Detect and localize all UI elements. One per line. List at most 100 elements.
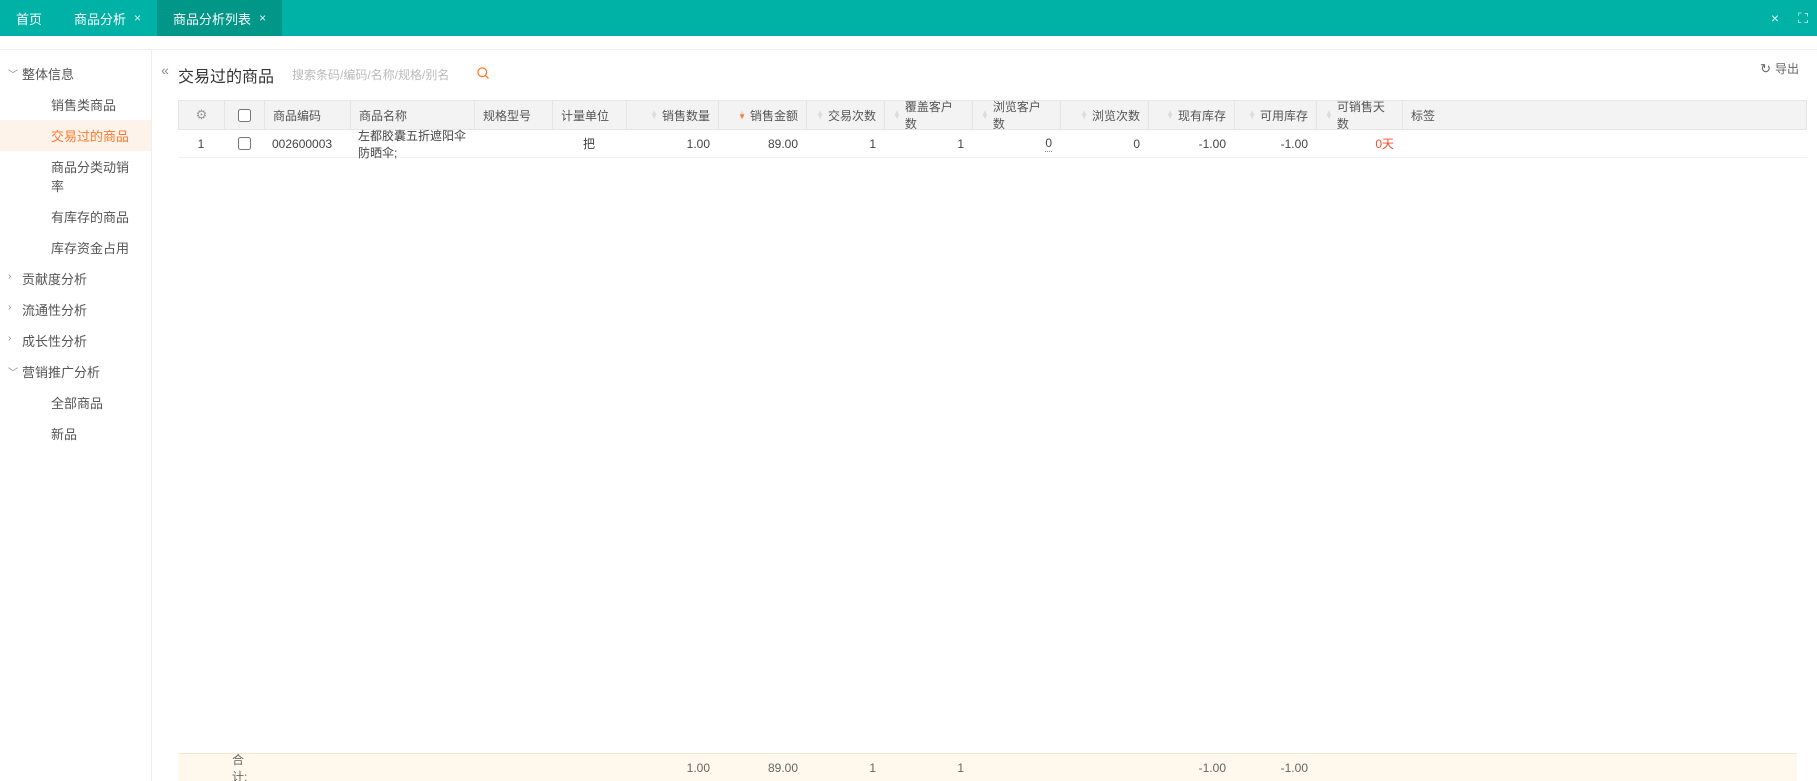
- search-box: [290, 64, 491, 87]
- column-header-customers[interactable]: ▲▼ 覆盖客户数: [885, 101, 973, 129]
- sidebar-item-traded-products[interactable]: 交易过的商品: [0, 120, 151, 151]
- header-label: 可用库存: [1260, 107, 1308, 124]
- column-header-deals[interactable]: ▲▼ 交易次数: [807, 101, 885, 129]
- sort-icon: ▲▼: [893, 111, 901, 119]
- chevron-down-icon: ﹀: [8, 66, 18, 81]
- totals-spacer: [350, 754, 474, 781]
- column-settings[interactable]: ⚙: [179, 101, 225, 129]
- totals-viewers: [972, 754, 1060, 781]
- sort-icon: ▲▼: [816, 111, 824, 119]
- select-all-checkbox[interactable]: [238, 109, 251, 122]
- sidebar-item-instock-products[interactable]: 有库存的商品: [0, 201, 151, 232]
- sidebar-item-label: 全部商品: [51, 396, 103, 411]
- sort-icon: ▲▼: [738, 111, 746, 119]
- column-select-all[interactable]: [225, 101, 265, 129]
- header-label: 商品名称: [359, 107, 407, 124]
- header-label: 可销售天数: [1337, 98, 1394, 132]
- sidebar-group-marketing[interactable]: ﹀ 营销推广分析: [0, 356, 151, 387]
- cell-checkbox[interactable]: [224, 130, 264, 157]
- column-header-viewers[interactable]: ▲▼浏览客户数: [973, 101, 1061, 129]
- chevron-right-icon: ›: [8, 333, 11, 344]
- totals-qty: 1.00: [626, 754, 718, 781]
- header-label: 浏览次数: [1092, 107, 1140, 124]
- chevron-down-icon: ﹀: [8, 364, 18, 379]
- totals-tag: [1402, 754, 1797, 781]
- search-input[interactable]: [290, 64, 470, 87]
- totals-sell-days: [1316, 754, 1402, 781]
- cell-index: 1: [178, 130, 224, 157]
- sidebar-group-overview[interactable]: ﹀ 整体信息: [0, 58, 151, 89]
- cell-views: 0: [1060, 130, 1148, 157]
- column-header-spec[interactable]: 规格型号: [475, 101, 553, 129]
- sidebar-group-label: 成长性分析: [22, 331, 87, 350]
- close-icon[interactable]: ×: [134, 11, 141, 25]
- header-label: 计量单位: [561, 107, 609, 124]
- header-label: 交易次数: [828, 107, 876, 124]
- table-header: ⚙ 商品编码 商品名称 规格型号 计量单位 ▲▼销售数量 ▲▼销售金额 ▲▼交易…: [178, 100, 1807, 130]
- column-header-stock[interactable]: ▲▼现有库存: [1149, 101, 1235, 129]
- totals-stock: -1.00: [1148, 754, 1234, 781]
- sort-icon: ▲▼: [981, 111, 989, 119]
- sort-icon: ▲▼: [1325, 111, 1333, 119]
- tab-label: 商品分析: [74, 9, 126, 28]
- main-panel: 交易过的商品 ↻ 导出 ⚙ 商品编码 商品名称: [178, 50, 1817, 781]
- header-label: 标签: [1411, 107, 1435, 124]
- sort-icon: ▲▼: [1166, 111, 1174, 119]
- sidebar-item-all-products[interactable]: 全部商品: [0, 387, 151, 418]
- sidebar-group-contribution[interactable]: › 贡献度分析: [0, 263, 151, 294]
- tab-home[interactable]: 首页: [0, 0, 58, 36]
- tab-product-analysis-list[interactable]: 商品分析列表 ×: [157, 0, 282, 36]
- close-all-tabs-icon[interactable]: ×: [1761, 10, 1789, 26]
- header-label: 覆盖客户数: [905, 98, 964, 132]
- sidebar-group-circulation[interactable]: › 流通性分析: [0, 294, 151, 325]
- sidebar-item-category-sales-rate[interactable]: 商品分类动销率: [0, 151, 151, 201]
- close-icon[interactable]: ×: [259, 11, 266, 25]
- fullscreen-icon[interactable]: ⛶: [1789, 10, 1817, 27]
- column-header-amount[interactable]: ▲▼销售金额: [719, 101, 807, 129]
- sidebar-item-new-products[interactable]: 新品: [0, 418, 151, 449]
- gear-icon: ⚙: [196, 107, 208, 123]
- sidebar: ﹀ 整体信息 销售类商品 交易过的商品 商品分类动销率 有库存的商品 库存资金占…: [0, 50, 152, 781]
- sidebar-item-sales-products[interactable]: 销售类商品: [0, 89, 151, 120]
- column-header-name[interactable]: 商品名称: [351, 101, 475, 129]
- cell-tag: [1402, 130, 1807, 157]
- column-header-views[interactable]: ▲▼浏览次数: [1061, 101, 1149, 129]
- column-header-avail[interactable]: ▲▼可用库存: [1235, 101, 1317, 129]
- header-label: 规格型号: [483, 107, 531, 124]
- totals-spacer: [552, 754, 626, 781]
- data-table: ⚙ 商品编码 商品名称 规格型号 计量单位 ▲▼销售数量 ▲▼销售金额 ▲▼交易…: [178, 100, 1807, 781]
- column-header-tag[interactable]: 标签: [1403, 101, 1806, 129]
- column-header-unit[interactable]: 计量单位: [553, 101, 627, 129]
- sidebar-item-label: 商品分类动销率: [51, 160, 129, 194]
- totals-deals: 1: [806, 754, 884, 781]
- sidebar-collapse-button[interactable]: «: [152, 50, 178, 781]
- row-checkbox[interactable]: [238, 137, 251, 150]
- cell-qty: 1.00: [626, 130, 718, 157]
- export-button[interactable]: ↻ 导出: [1760, 60, 1799, 77]
- column-header-code[interactable]: 商品编码: [265, 101, 351, 129]
- cell-amount: 89.00: [718, 130, 806, 157]
- sidebar-group-label: 流通性分析: [22, 300, 87, 319]
- sidebar-item-label: 有库存的商品: [51, 210, 129, 225]
- sidebar-group-growth[interactable]: › 成长性分析: [0, 325, 151, 356]
- cell-spec: [474, 130, 552, 157]
- header-label: 销售数量: [662, 107, 710, 124]
- top-tab-bar: 首页 商品分析 × 商品分析列表 × × ⛶: [0, 0, 1817, 36]
- sidebar-item-inventory-capital[interactable]: 库存资金占用: [0, 232, 151, 263]
- topbar-right-controls: × ⛶: [1761, 0, 1817, 36]
- collapse-icon: «: [161, 62, 169, 78]
- tab-product-analysis[interactable]: 商品分析 ×: [58, 0, 157, 36]
- table-row[interactable]: 1 002600003 左都胶囊五折遮阳伞防晒伞; 把 1.00 89.00 1…: [178, 130, 1807, 158]
- totals-customers: 1: [884, 754, 972, 781]
- cell-unit: 把: [552, 130, 626, 157]
- column-header-sell-days[interactable]: ▲▼ 可销售天数: [1317, 101, 1403, 129]
- cell-sell-days: 0天: [1316, 130, 1402, 157]
- search-icon[interactable]: [476, 66, 491, 85]
- cell-viewers[interactable]: 0: [972, 130, 1060, 157]
- toolbar-spacer: [0, 36, 1817, 50]
- chevron-right-icon: ›: [8, 271, 11, 282]
- totals-spacer: [178, 754, 224, 781]
- viewers-link[interactable]: 0: [1045, 136, 1052, 152]
- column-header-qty[interactable]: ▲▼销售数量: [627, 101, 719, 129]
- totals-avail: -1.00: [1234, 754, 1316, 781]
